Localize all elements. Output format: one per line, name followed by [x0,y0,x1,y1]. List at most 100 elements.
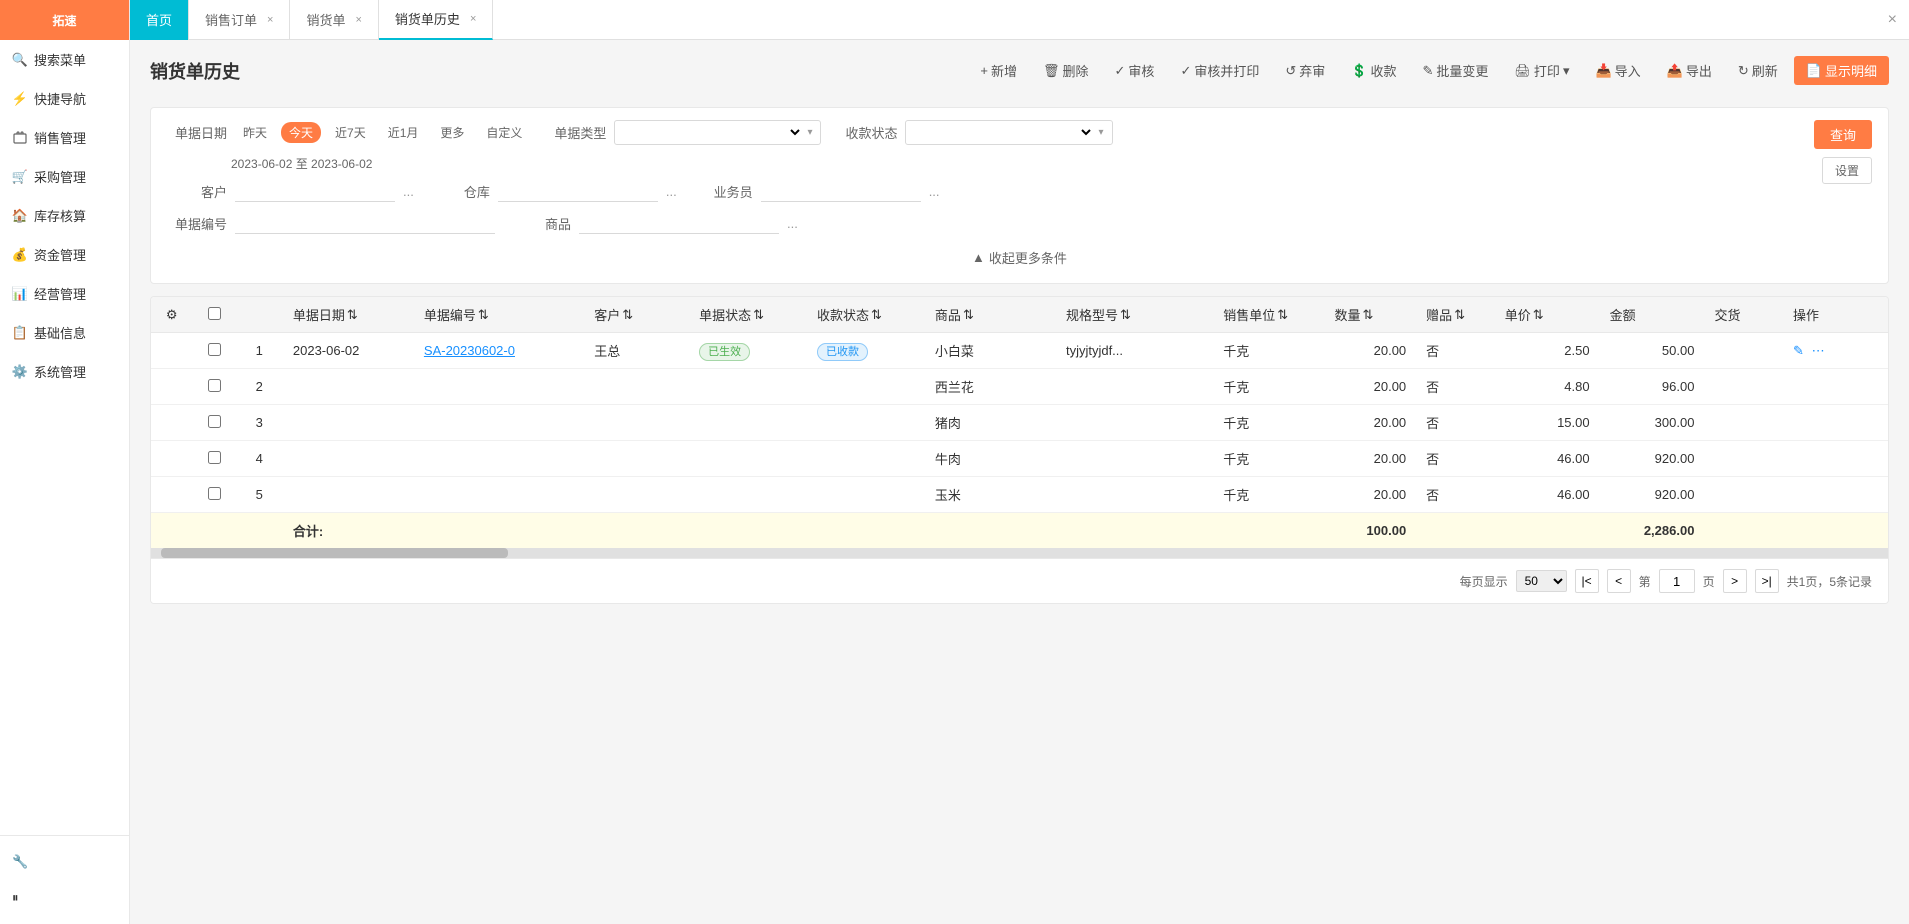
sidebar-item-operation-mgmt[interactable]: 📊 经营管理 [0,274,129,313]
sidebar-item-system-mgmt[interactable]: ⚙️ 系统管理 [0,352,129,391]
row-checkbox[interactable] [208,379,221,392]
collect-status-select-wrap[interactable]: ▾ [905,120,1112,145]
th-goods[interactable]: 商品⇅ [925,297,1056,333]
date-tag-1month[interactable]: 近1月 [380,122,427,143]
salesperson-dots[interactable]: ... [929,184,940,199]
th-amount[interactable]: 金额 [1600,297,1705,333]
row-checkbox[interactable] [208,415,221,428]
customer-input[interactable] [235,180,395,202]
collapse-button[interactable]: ▲ 收起更多条件 [167,244,1872,271]
prev-page-button[interactable]: < [1607,569,1631,593]
td-code [414,477,584,513]
sidebar-item-purchase-mgmt[interactable]: 🛒 采购管理 [0,157,129,196]
first-page-button[interactable]: |< [1575,569,1599,593]
export-button[interactable]: 📤 导出 [1657,56,1722,85]
sidebar-item-finance-mgmt[interactable]: 💰 资金管理 [0,235,129,274]
import-button[interactable]: 📥 导入 [1585,56,1650,85]
tab-sales-history[interactable]: 销货单历史 × [379,0,493,40]
date-tag-custom[interactable]: 自定义 [478,122,530,143]
td-checkbox[interactable] [192,369,235,405]
td-settings [151,405,192,441]
row-more-icon[interactable]: ⋯ [1812,343,1825,358]
th-collect-status[interactable]: 收款状态⇅ [807,297,925,333]
tab-home-label: 首页 [146,10,172,29]
th-qty[interactable]: 数量⇅ [1324,297,1416,333]
delete-button[interactable]: 🗑 删除 [1033,56,1099,85]
sidebar-item-sales-mgmt[interactable]: 销售管理 [0,118,129,157]
sidebar-item-basic-info[interactable]: 📋 基础信息 [0,313,129,352]
tab-sales-history-close[interactable]: × [470,13,476,25]
refresh-button[interactable]: ↻ 刷新 [1728,56,1788,85]
date-label: 单据日期 [167,123,227,142]
audit-button[interactable]: ✓ 审核 [1105,56,1165,85]
th-customer[interactable]: 客户⇅ [584,297,689,333]
th-unit[interactable]: 销售单位⇅ [1213,297,1324,333]
date-tag-more[interactable]: 更多 [432,122,472,143]
th-order-status[interactable]: 单据状态⇅ [689,297,807,333]
select-all-checkbox[interactable] [208,307,221,320]
th-checkbox[interactable] [192,297,235,333]
print-button[interactable]: 🖨 打印 ▾ [1504,56,1579,85]
doc-type-select[interactable] [623,124,803,141]
collect-status-select[interactable] [914,124,1094,141]
doc-num-label: 单据编号 [167,214,227,233]
tab-home[interactable]: 首页 [130,0,189,40]
sidebar-item-bottom-expand[interactable]: ⏸ [0,880,129,916]
sidebar-item-inventory[interactable]: 🏠 库存核算 [0,196,129,235]
inventory-icon: 🏠 [12,208,28,224]
tab-bar-close[interactable]: × [1876,11,1909,29]
tab-sales-order[interactable]: 销售订单 × [189,0,290,40]
row-checkbox[interactable] [208,343,221,356]
next-page-button[interactable]: > [1723,569,1747,593]
setting-button[interactable]: 设置 [1822,157,1872,184]
tab-sales-goods[interactable]: 销货单 × [290,0,378,40]
sidebar-item-bottom-settings[interactable]: 🔧 [0,844,129,880]
date-tag-today[interactable]: 今天 [281,122,321,143]
doc-code-link[interactable]: SA-20230602-0 [424,343,515,358]
tab-sales-order-close[interactable]: × [267,14,273,26]
sidebar-item-search-menu[interactable]: 🔍 搜索菜单 [0,40,129,79]
td-checkbox[interactable] [192,333,235,369]
th-code[interactable]: 单据编号⇅ [414,297,584,333]
th-customer-label: 客户 [594,305,620,324]
th-price[interactable]: 单价⇅ [1495,297,1600,333]
customer-dots[interactable]: ... [403,184,414,199]
goods-input[interactable] [579,212,779,234]
show-details-button[interactable]: 📄 显示明细 [1794,56,1889,85]
td-date [283,405,414,441]
last-page-button[interactable]: >| [1755,569,1779,593]
td-checkbox[interactable] [192,441,235,477]
warehouse-dots[interactable]: ... [666,184,677,199]
th-gift[interactable]: 赠品⇅ [1416,297,1495,333]
add-button[interactable]: + 新增 [970,56,1027,85]
audit-print-button[interactable]: ✓ 审核并打印 [1170,56,1269,85]
batch-change-button[interactable]: ✎ 批量变更 [1412,56,1498,85]
doc-num-input[interactable] [235,212,495,234]
td-checkbox[interactable] [192,477,235,513]
tab-sales-goods-close[interactable]: × [355,14,361,26]
goods-dots[interactable]: ... [787,216,798,231]
salesperson-input[interactable] [761,180,921,202]
th-date[interactable]: 单据日期⇅ [283,297,414,333]
row-checkbox[interactable] [208,487,221,500]
date-tag-7days[interactable]: 近7天 [327,122,374,143]
horizontal-scrollbar[interactable] [151,548,1888,558]
page-number-input[interactable] [1659,569,1695,593]
warehouse-input[interactable] [498,180,658,202]
row-checkbox[interactable] [208,451,221,464]
collect-button[interactable]: 💲 收款 [1341,56,1406,85]
td-checkbox[interactable] [192,405,235,441]
sidebar-item-quick-nav[interactable]: ⚡ 快捷导航 [0,79,129,118]
th-settings[interactable]: ⚙ [151,297,192,333]
doc-type-select-wrap[interactable]: ▾ [614,120,821,145]
abandon-button[interactable]: ↺ 弃审 [1275,56,1335,85]
row-edit-icon[interactable]: ✎ [1793,343,1804,358]
date-tag-yesterday[interactable]: 昨天 [235,122,275,143]
page-size-select[interactable]: 20 50 100 [1516,570,1567,592]
query-button[interactable]: 查询 [1814,120,1872,149]
td-price: 2.50 [1495,333,1600,369]
th-amount-label: 金额 [1610,305,1636,324]
th-spec[interactable]: 规格型号⇅ [1056,297,1213,333]
refresh-label: 刷新 [1752,61,1778,80]
sidebar-item-label: 搜索菜单 [34,50,86,69]
